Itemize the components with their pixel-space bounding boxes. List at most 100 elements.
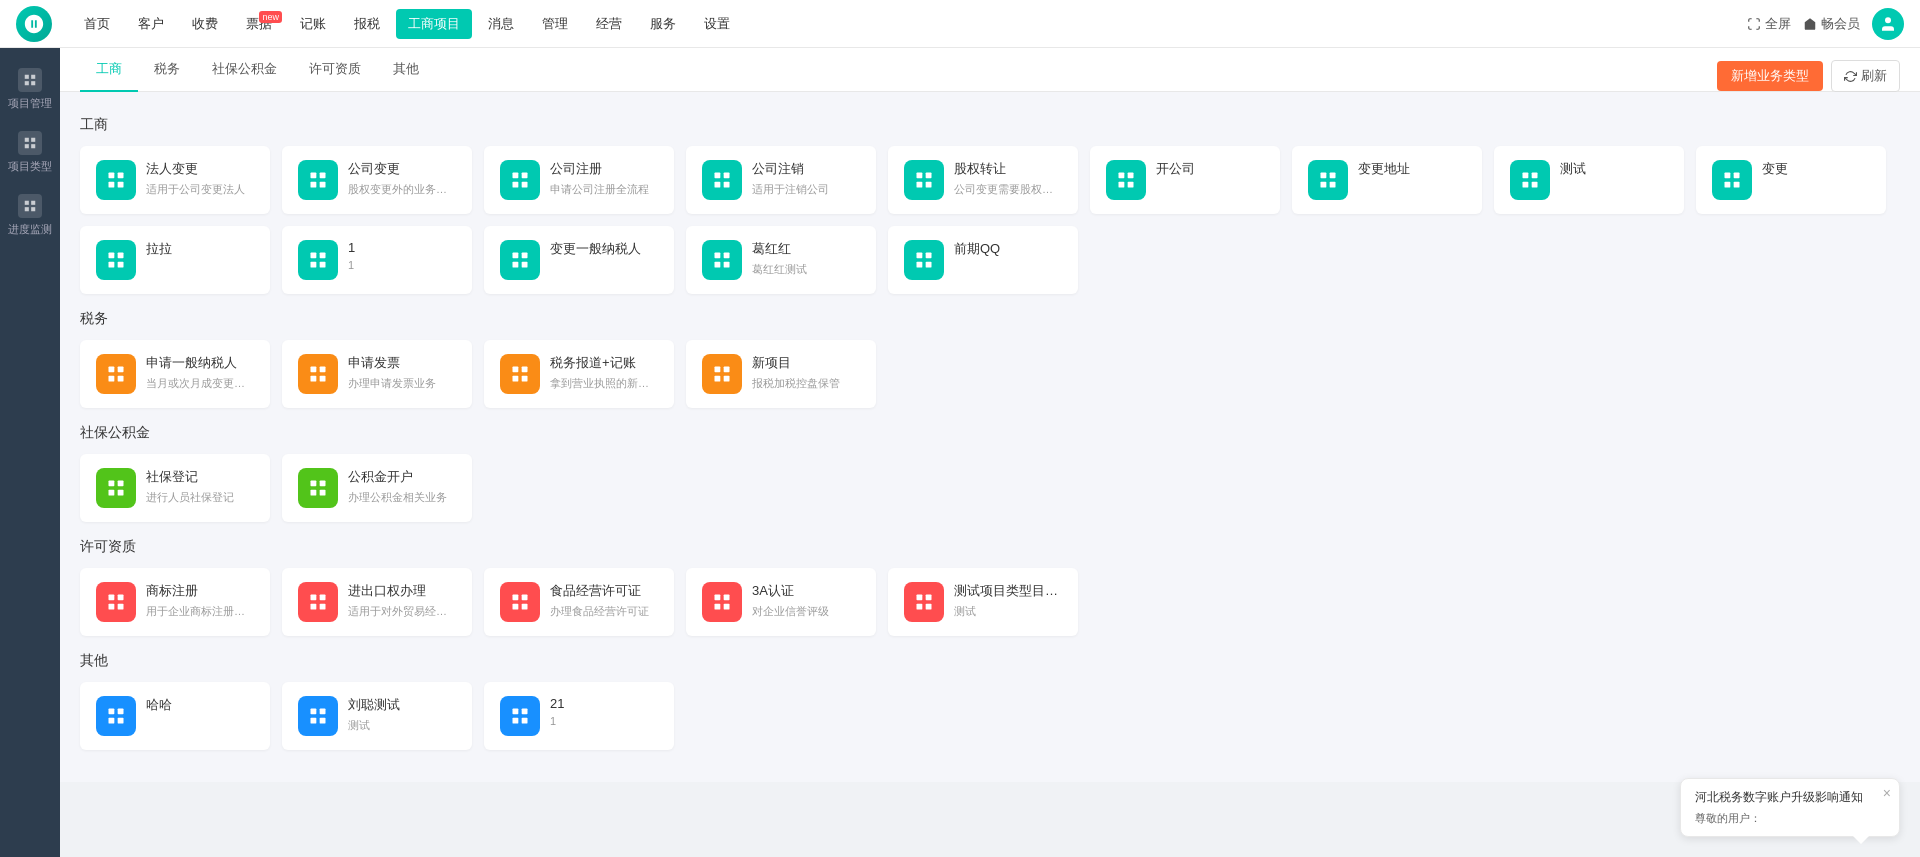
card-测试[interactable]: 测试 [1494, 146, 1684, 214]
nav-item-报税[interactable]: 报税 [342, 9, 392, 39]
svg-rect-82 [724, 367, 730, 373]
svg-rect-112 [926, 604, 932, 610]
card-3A认证[interactable]: 3A认证对企业信誉评级 [686, 568, 876, 636]
card-1[interactable]: 11 [282, 226, 472, 294]
svg-rect-95 [109, 604, 115, 610]
card-21[interactable]: 211 [484, 682, 674, 750]
logo[interactable] [16, 6, 52, 42]
card-title-text: 申请发票 [348, 354, 456, 372]
card-title-text: 公积金开户 [348, 468, 456, 486]
card-desc-text: 适用于公司变更法人 [146, 182, 254, 197]
nav-item-经营[interactable]: 经营 [584, 9, 634, 39]
card-拉拉[interactable]: 拉拉 [80, 226, 270, 294]
card-icon-测试项目类型目定义 [904, 582, 944, 622]
nav-item-票据[interactable]: 票据new [234, 9, 284, 39]
svg-rect-17 [311, 173, 317, 179]
svg-rect-24 [522, 182, 528, 188]
svg-rect-55 [311, 262, 317, 268]
nav-item-首页[interactable]: 首页 [72, 9, 122, 39]
card-变更地址[interactable]: 变更地址 [1292, 146, 1482, 214]
section-title-税务: 税务 [80, 310, 1900, 328]
nav-item-设置[interactable]: 设置 [692, 9, 742, 39]
nav-item-客户[interactable]: 客户 [126, 9, 176, 39]
card-变更[interactable]: 变更 [1696, 146, 1886, 214]
card-法人变更[interactable]: 法人变更适用于公司变更法人 [80, 146, 270, 214]
vip-btn[interactable]: 畅会员 [1803, 15, 1860, 33]
svg-rect-21 [513, 173, 519, 179]
card-desc-text: 对企业信誉评级 [752, 604, 860, 619]
card-食品经营许可证[interactable]: 食品经营许可证办理食品经营许可证 [484, 568, 674, 636]
add-type-button[interactable]: 新增业务类型 [1717, 61, 1823, 91]
svg-point-0 [1885, 17, 1891, 23]
card-进出口权办理[interactable]: 进出口权办理适用于对外贸易经营者 [282, 568, 472, 636]
sidebar-item-项目管理[interactable]: 项目管理 [0, 58, 60, 121]
svg-rect-41 [1523, 173, 1529, 179]
card-刘聪测试[interactable]: 刘聪测试测试 [282, 682, 472, 750]
card-icon-公司注销 [702, 160, 742, 200]
card-公司注销[interactable]: 公司注销适用于注销公司 [686, 146, 876, 214]
card-股权转让[interactable]: 股权转让公司变更需要股权转让 [888, 146, 1078, 214]
sub-tab-许可资质[interactable]: 许可资质 [293, 48, 377, 92]
nav-item-工商项目[interactable]: 工商项目 [396, 9, 472, 39]
cards-grid-其他: 哈哈 刘聪测试测试 211 [80, 682, 1900, 750]
sub-tab-其他[interactable]: 其他 [377, 48, 435, 92]
card-葛红红[interactable]: 葛红红葛红红测试 [686, 226, 876, 294]
svg-rect-31 [917, 182, 923, 188]
card-开公司[interactable]: 开公司 [1090, 146, 1280, 214]
card-icon-前期QQ [904, 240, 944, 280]
svg-rect-13 [109, 173, 115, 179]
svg-rect-98 [320, 595, 326, 601]
svg-rect-100 [320, 604, 326, 610]
card-申请发票[interactable]: 申请发票办理申请发票业务 [282, 340, 472, 408]
svg-rect-20 [320, 182, 326, 188]
card-公积金开户[interactable]: 公积金开户办理公积金相关业务 [282, 454, 472, 522]
chat-arrow [1853, 836, 1869, 844]
svg-rect-101 [513, 595, 519, 601]
card-前期QQ[interactable]: 前期QQ [888, 226, 1078, 294]
card-税务报道+记账[interactable]: 税务报道+记账拿到营业执照的新公司 [484, 340, 674, 408]
svg-rect-51 [109, 262, 115, 268]
card-哈哈[interactable]: 哈哈 [80, 682, 270, 750]
card-title-text: 进出口权办理 [348, 582, 456, 600]
card-title-text: 测试项目类型目定义 [954, 582, 1062, 600]
card-icon-刘聪测试 [298, 696, 338, 736]
svg-rect-9 [25, 201, 29, 205]
sub-tab-工商[interactable]: 工商 [80, 48, 138, 92]
card-测试项目类型目定义[interactable]: 测试项目类型目定义测试 [888, 568, 1078, 636]
card-变更一般纳税人[interactable]: 变更一般纳税人 [484, 226, 674, 294]
card-公司注册[interactable]: 公司注册申请公司注册全流程 [484, 146, 674, 214]
chat-close-button[interactable]: × [1883, 785, 1891, 801]
svg-rect-116 [118, 718, 124, 724]
svg-rect-79 [513, 376, 519, 382]
svg-rect-70 [118, 367, 124, 373]
sidebar-item-项目类型[interactable]: 项目类型 [0, 121, 60, 184]
nav-item-消息[interactable]: 消息 [476, 9, 526, 39]
svg-rect-99 [311, 604, 317, 610]
nav-item-服务[interactable]: 服务 [638, 9, 688, 39]
refresh-button[interactable]: 刷新 [1831, 60, 1900, 92]
nav-item-管理[interactable]: 管理 [530, 9, 580, 39]
card-公司变更[interactable]: 公司变更股权变更外的业务变更 [282, 146, 472, 214]
card-desc-text: 用于企业商标注册服务 [146, 604, 254, 619]
card-title-text: 哈哈 [146, 696, 254, 714]
card-社保登记[interactable]: 社保登记进行人员社保登记 [80, 454, 270, 522]
card-title-text: 3A认证 [752, 582, 860, 600]
svg-rect-44 [1532, 182, 1538, 188]
card-desc-text: 1 [348, 259, 456, 271]
card-title-text: 变更 [1762, 160, 1870, 178]
card-商标注册[interactable]: 商标注册用于企业商标注册服务 [80, 568, 270, 636]
svg-rect-1 [25, 75, 29, 79]
sub-tab-税务[interactable]: 税务 [138, 48, 196, 92]
card-申请一般纳税人[interactable]: 申请一般纳税人当月或次月成变更完成 [80, 340, 270, 408]
fullscreen-btn[interactable]: 全屏 [1747, 15, 1791, 33]
section-title-工商: 工商 [80, 116, 1900, 134]
avatar[interactable] [1872, 8, 1904, 40]
svg-rect-10 [31, 201, 35, 205]
sidebar-item-进度监测[interactable]: 进度监测 [0, 184, 60, 247]
svg-rect-93 [109, 595, 115, 601]
card-新项目[interactable]: 新项目报税加税控盘保管 [686, 340, 876, 408]
nav-item-收费[interactable]: 收费 [180, 9, 230, 39]
svg-rect-3 [25, 81, 29, 85]
nav-item-记账[interactable]: 记账 [288, 9, 338, 39]
sub-tab-社保公积金[interactable]: 社保公积金 [196, 48, 293, 92]
